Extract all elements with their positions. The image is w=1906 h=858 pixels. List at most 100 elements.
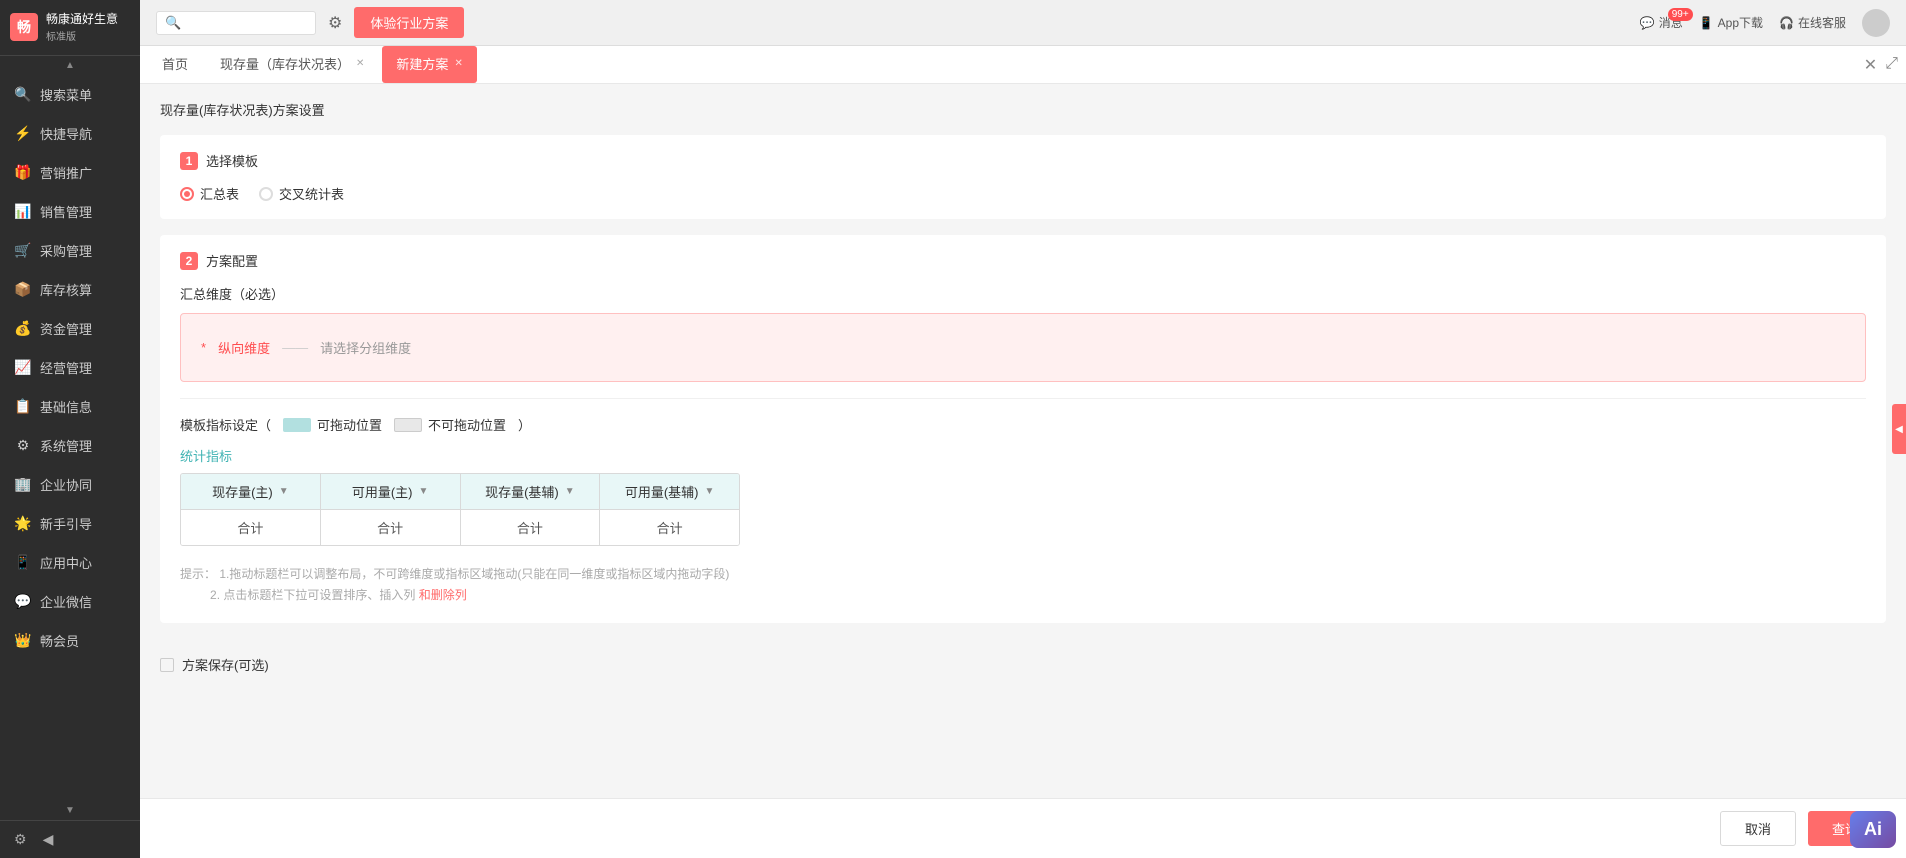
stats-col-2-label: 可用量(主) (352, 482, 413, 501)
sidebar-item-label-basic: 基础信息 (40, 397, 92, 416)
sidebar-item-inventory[interactable]: 📦 库存核算 (0, 270, 140, 309)
radio-cross-label: 交叉统计表 (279, 184, 344, 203)
dim-required-marker: * (201, 340, 206, 355)
tips-section: 提示： 1.拖动标题栏可以调整布局，不可跨维度或指标区域拖动(只能在同一维度或指… (180, 565, 1866, 603)
ai-badge[interactable]: Ai (1850, 811, 1896, 848)
save-label: 方案保存(可选) (182, 655, 269, 674)
radio-summary[interactable]: 汇总表 (180, 184, 239, 203)
user-avatar[interactable] (1862, 9, 1890, 37)
sidebar-item-label-search: 搜索菜单 (40, 85, 92, 104)
stats-col-2-chevron[interactable]: ▼ (419, 486, 429, 497)
search-icon: 🔍 (14, 85, 32, 103)
stats-col-4-header[interactable]: 可用量(基辅) ▼ (600, 474, 739, 509)
tab-home[interactable]: 首页 (148, 46, 202, 83)
sidebar-scroll-down[interactable]: ▼ (0, 801, 140, 820)
topbar-right: 💬 消息 99+ 📱 App下载 🎧 在线客服 (1640, 9, 1890, 37)
template-indicator-label: 模板指标设定（ (180, 415, 271, 434)
tab-home-label: 首页 (162, 54, 188, 73)
right-panel-toggle[interactable]: ◀ (1892, 404, 1906, 454)
sidebar-item-label-sales: 销售管理 (40, 202, 92, 221)
tip-text-2: 2. 点击标题栏下拉可设置排序、插入列 (210, 588, 415, 602)
msg-badge: 99+ (1668, 8, 1693, 21)
tab-close-icon[interactable]: ✕ (1864, 55, 1877, 75)
stats-col-2-header[interactable]: 可用量(主) ▼ (321, 474, 461, 509)
sidebar-item-label-quick: 快捷导航 (40, 124, 92, 143)
tab-new-plan-close[interactable]: ✕ (454, 58, 462, 69)
sidebar-item-enterprise-wx[interactable]: 💬 企业微信 (0, 582, 140, 621)
dim-pink-box[interactable]: * 纵向维度 —— 请选择分组维度 (180, 313, 1866, 382)
stats-body-col-1: 合计 (181, 510, 321, 545)
tab-new-plan-label: 新建方案 (396, 54, 448, 73)
radio-cross[interactable]: 交叉统计表 (259, 184, 344, 203)
stats-col-1-header[interactable]: 现存量(主) ▼ (181, 474, 321, 509)
sidebar-scroll-up[interactable]: ▲ (0, 56, 140, 75)
app-logo-icon: 畅 (10, 13, 38, 41)
dim-placeholder: 请选择分组维度 (320, 338, 411, 357)
tip-link-2[interactable]: 和删除列 (419, 588, 467, 602)
stats-body-row: 合计 合计 合计 合计 (181, 509, 739, 545)
sidebar-item-app-center[interactable]: 📱 应用中心 (0, 543, 140, 582)
sidebar-item-system[interactable]: ⚙ 系统管理 (0, 426, 140, 465)
sidebar-item-new-guide[interactable]: 🌟 新手引导 (0, 504, 140, 543)
topbar: 🔍 ⚙ 体验行业方案 💬 消息 99+ 📱 App下载 🎧 在线客服 (140, 0, 1906, 46)
sidebar-item-search[interactable]: 🔍 搜索菜单 (0, 75, 140, 114)
page-title: 现存量(库存状况表)方案设置 (160, 100, 1886, 119)
step2-section: 2 方案配置 汇总维度（必选） * 纵向维度 —— 请选择分组维度 模板指标设定… (160, 235, 1886, 623)
step1-header: 1 选择模板 (180, 151, 1866, 170)
sidebar-item-label-marketing: 营销推广 (40, 163, 92, 182)
topbar-msg[interactable]: 💬 消息 99+ (1640, 14, 1683, 31)
template-indicator-row: 模板指标设定（ 可拖动位置 不可拖动位置 ） (180, 415, 1866, 434)
cancel-button[interactable]: 取消 (1720, 811, 1796, 846)
radio-summary-circle (180, 187, 194, 201)
stats-col-3-header[interactable]: 现存量(基辅) ▼ (461, 474, 601, 509)
app-name: 畅康通好生意 (46, 12, 118, 28)
footer-actions: 取消 查询 (140, 798, 1906, 858)
stats-col-4-chevron[interactable]: ▼ (705, 486, 715, 497)
search-input[interactable] (185, 16, 285, 30)
sales-icon: 📊 (14, 202, 32, 220)
operations-icon: 📈 (14, 358, 32, 376)
service-label: 在线客服 (1798, 14, 1846, 31)
sidebar-item-finance[interactable]: 💰 资金管理 (0, 309, 140, 348)
sidebar-item-member[interactable]: 👑 畅会员 (0, 621, 140, 660)
sidebar-logo: 畅 畅康通好生意 标准版 (0, 0, 140, 56)
marketing-icon: 🎁 (14, 163, 32, 181)
template-radio-group: 汇总表 交叉统计表 (180, 184, 1866, 203)
search-box[interactable]: 🔍 (156, 11, 316, 35)
tab-inventory-label: 现存量（库存状况表） (220, 54, 350, 73)
topbar-online-service[interactable]: 🎧 在线客服 (1779, 14, 1846, 31)
tab-new-plan[interactable]: 新建方案 ✕ (382, 46, 476, 83)
save-checkbox[interactable] (160, 658, 174, 672)
trial-btn[interactable]: 体验行业方案 (354, 7, 464, 38)
stats-body-col-3-val: 合计 (517, 518, 543, 537)
purchase-icon: 🛒 (14, 241, 32, 259)
sidebar-bottom: ⚙ ◀ (0, 820, 140, 858)
sidebar-nav: 🔍 搜索菜单 ⚡ 快捷导航 🎁 营销推广 📊 销售管理 🛒 采购管理 📦 库存核… (0, 75, 140, 801)
sidebar-item-marketing[interactable]: 🎁 营销推广 (0, 153, 140, 192)
sidebar-item-quick-nav[interactable]: ⚡ 快捷导航 (0, 114, 140, 153)
sidebar-item-purchase[interactable]: 🛒 采购管理 (0, 231, 140, 270)
topbar-settings-icon[interactable]: ⚙ (328, 13, 342, 33)
sidebar-item-sales[interactable]: 📊 销售管理 (0, 192, 140, 231)
tab-inventory[interactable]: 现存量（库存状况表） ✕ (206, 46, 378, 83)
sidebar-item-enterprise[interactable]: 🏢 企业协同 (0, 465, 140, 504)
sidebar-item-label-guide: 新手引导 (40, 514, 92, 533)
stats-col-4-label: 可用量(基辅) (625, 482, 699, 501)
finance-icon: 💰 (14, 319, 32, 337)
sidebar-item-basic-info[interactable]: 📋 基础信息 (0, 387, 140, 426)
radio-summary-label: 汇总表 (200, 184, 239, 203)
service-icon: 🎧 (1779, 16, 1794, 30)
basic-info-icon: 📋 (14, 397, 32, 415)
settings-bottom-icon[interactable]: ⚙ (14, 831, 27, 848)
sidebar-item-operations[interactable]: 📈 经营管理 (0, 348, 140, 387)
tab-inventory-close[interactable]: ✕ (356, 58, 364, 69)
sidebar-item-label-finance: 资金管理 (40, 319, 92, 338)
tab-expand-icon[interactable]: ⤢ (1885, 55, 1898, 75)
enterprise-icon: 🏢 (14, 475, 32, 493)
collapse-icon[interactable]: ◀ (43, 831, 54, 848)
quick-nav-icon: ⚡ (14, 124, 32, 142)
stats-col-3-chevron[interactable]: ▼ (565, 486, 575, 497)
topbar-app-download[interactable]: 📱 App下载 (1699, 14, 1763, 31)
step2-title: 方案配置 (206, 251, 258, 270)
stats-col-1-chevron[interactable]: ▼ (279, 486, 289, 497)
